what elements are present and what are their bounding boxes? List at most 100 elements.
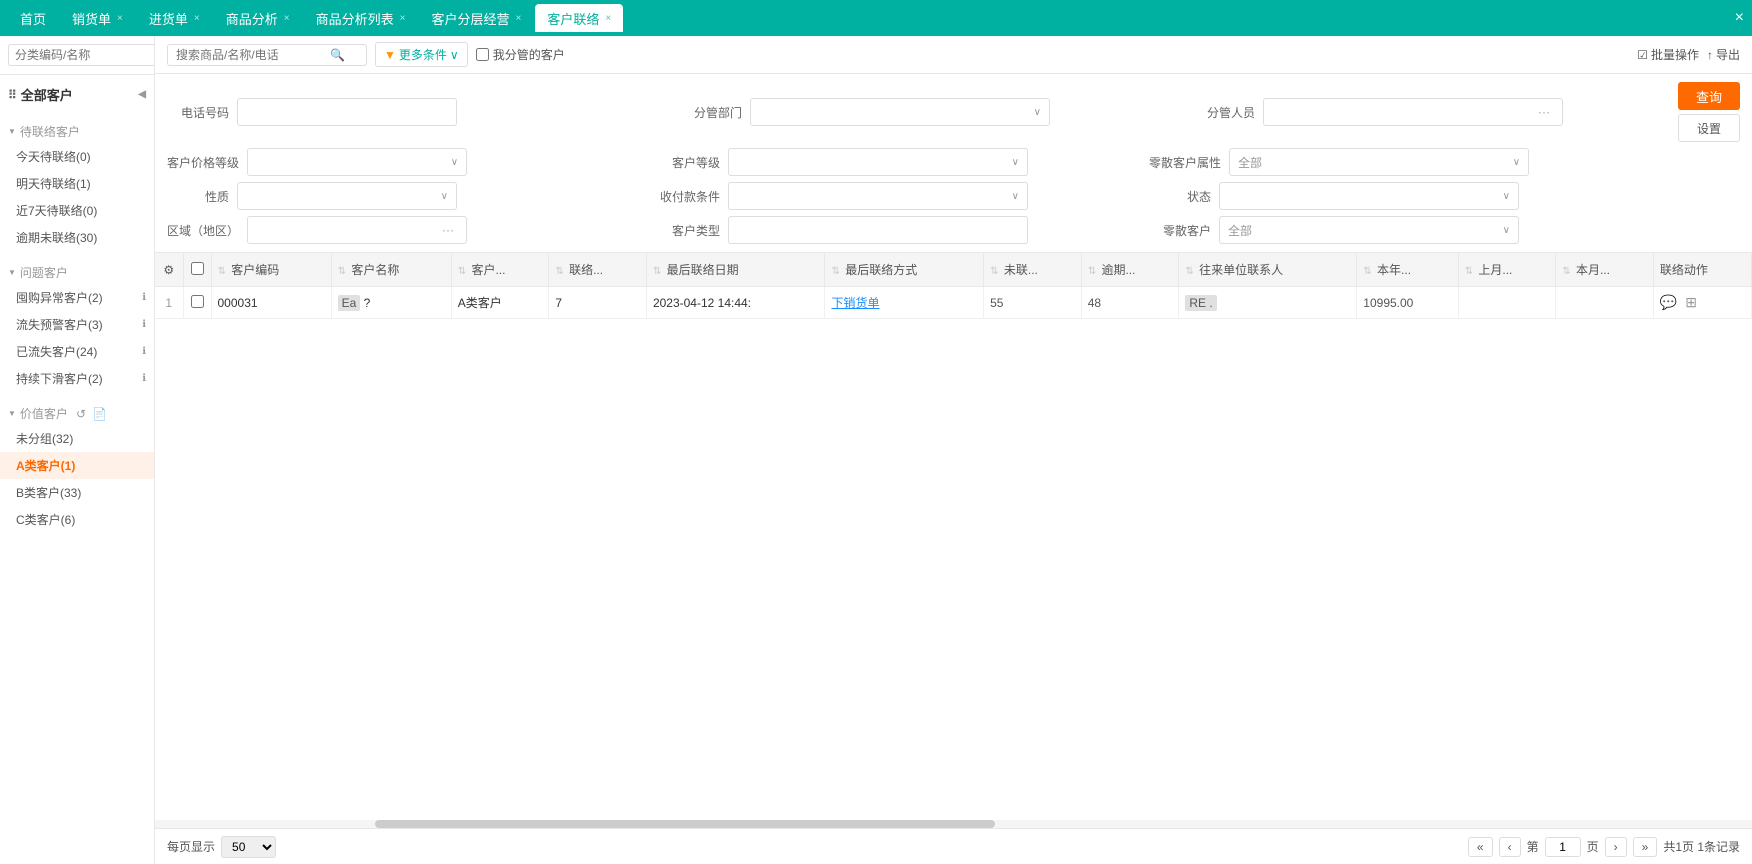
payment-select[interactable]: ∨ [728,182,1028,210]
sort-icon4[interactable]: ⇅ [555,266,563,277]
col-overdue: ⇅ 逾期... [1081,253,1179,287]
footer-left: 每页显示 50 100 200 [167,836,276,858]
sidebar-item-hoarding[interactable]: 囤购异常客户(2) ℹ [0,284,154,311]
my-customer-checkbox-area[interactable]: 我分管的客户 [476,46,565,63]
sidebar-item-b-class[interactable]: B类客户(33) [0,479,154,506]
qrcode-icon[interactable]: ⊞ [1685,294,1697,311]
sidebar-item-ungrouped[interactable]: 未分组(32) [0,425,154,452]
sidebar-item-declining[interactable]: 持续下滑客户(2) ℹ [0,365,154,392]
collapse-icon[interactable]: ◀ [138,89,146,100]
batch-operation-button[interactable]: ☑ 批量操作 [1637,46,1699,63]
last-contact-method-cell[interactable]: 下销货单 [825,287,984,319]
col-checkbox[interactable] [183,253,211,287]
sort-icon12[interactable]: ⇅ [1562,266,1570,277]
sort-icon[interactable]: ⇅ [218,266,226,277]
nav-tab-customer-layer[interactable]: 客户分层经营 × [419,4,533,32]
area-select[interactable]: ··· [247,216,467,244]
horizontal-scrollbar-thumb[interactable] [375,820,995,828]
top-navigation: 首页 销货单 × 进货单 × 商品分析 × 商品分析列表 × 客户分层经营 × … [0,0,1752,36]
customer-level-label: 客户等级 [658,154,728,171]
more-filter-button[interactable]: ▼ 更多条件 ∨ [375,42,468,67]
sort-icon9[interactable]: ⇅ [1185,266,1193,277]
sort-icon2[interactable]: ⇅ [338,266,346,277]
nav-tab-purchase-close[interactable]: × [194,13,200,24]
customer-name-cell: Ea ? [331,287,451,319]
value-customer-group-label[interactable]: ▼ 价值客户 ↺ 📄 [0,400,154,425]
sort-icon10[interactable]: ⇅ [1363,266,1371,277]
next-page-button[interactable]: › [1605,837,1627,857]
select-all-checkbox[interactable] [191,262,204,275]
nav-tab-product-list[interactable]: 商品分析列表 × [304,4,418,32]
row-checkbox[interactable] [191,295,204,308]
filter-row-3: 性质 ∨ 收付款条件 ∨ 状态 [167,182,1740,210]
col-customer-level: ⇅ 客户... [451,253,549,287]
customer-type-select[interactable] [728,216,1028,244]
last-page-button[interactable]: » [1633,837,1658,857]
retail-customer-select[interactable]: 全部 ∨ [1219,216,1519,244]
export-button[interactable]: ↑ 导出 [1707,46,1740,63]
sort-icon7[interactable]: ⇅ [990,266,998,277]
sidebar-item-churned[interactable]: 已流失客户(24) ℹ [0,338,154,365]
person-more-icon[interactable]: ··· [1534,105,1554,119]
settings-icon[interactable]: ⚙ [163,263,174,277]
sidebar-item-a-class[interactable]: A类客户(1) [0,452,154,479]
pending-contact-group-label[interactable]: ▼ 待联络客户 [0,118,154,143]
sidebar-item-churn-warning[interactable]: 流失预警客户(3) ℹ [0,311,154,338]
sort-icon5[interactable]: ⇅ [653,266,661,277]
price-level-select[interactable]: ∨ [247,148,467,176]
customer-level-select[interactable]: ∨ [728,148,1028,176]
toolbar-search-icon[interactable]: 🔍 [330,48,345,62]
last-contact-date-cell: 2023-04-12 14:44: [646,287,825,319]
message-icon[interactable]: 💬 [1660,294,1677,311]
nav-tab-sales[interactable]: 销货单 × [60,4,135,32]
add-group-icon[interactable]: 📄 [92,407,107,421]
refresh-icon[interactable]: ↺ [76,407,86,421]
customer-table: ⚙ ⇅ 客户编码 ⇅ 客户名称 [155,253,1752,319]
nav-tab-customer-layer-close[interactable]: × [515,13,521,24]
query-button[interactable]: 查询 [1678,82,1740,110]
filter-row-4: 区域（地区） ··· 客户类型 零散客户 [167,216,1740,244]
toolbar-search-input[interactable] [176,48,326,62]
problem-customer-group-label[interactable]: ▼ 问题客户 [0,259,154,284]
sidebar-item-overdue-contact[interactable]: 逾期未联络(30) [0,224,154,251]
first-page-button[interactable]: « [1468,837,1493,857]
my-customer-checkbox[interactable] [476,48,489,61]
sort-icon8[interactable]: ⇅ [1088,266,1096,277]
nature-select[interactable]: ∨ [237,182,457,210]
row-checkbox-cell[interactable] [183,287,211,319]
contact-method-link[interactable]: 下销货单 [831,296,879,310]
status-select[interactable]: ∨ [1219,182,1519,210]
sidebar-search-input[interactable] [8,44,155,66]
nav-tab-sales-close[interactable]: × [117,13,123,24]
nav-tab-customer-contact-close[interactable]: × [605,13,611,24]
nav-tab-product-analysis[interactable]: 商品分析 × [214,4,302,32]
retail-attr-select[interactable]: 全部 ∨ [1229,148,1529,176]
sidebar-item-tomorrow-contact[interactable]: 明天待联络(1) [0,170,154,197]
nav-tab-product-list-close[interactable]: × [400,13,406,24]
page-number-input[interactable] [1545,837,1581,857]
horizontal-scrollbar[interactable] [155,820,1752,828]
sort-icon6[interactable]: ⇅ [831,266,839,277]
export-label: 导出 [1716,46,1740,63]
area-dots-icon[interactable]: ··· [438,223,458,237]
prev-page-button[interactable]: ‹ [1499,837,1521,857]
all-customers-header[interactable]: ⠿ 全部客户 ◀ [0,79,154,110]
nav-tab-product-analysis-close[interactable]: × [284,13,290,24]
setting-button[interactable]: 设置 [1678,114,1740,142]
info-icon4: ℹ [142,373,146,384]
sidebar-item-c-class[interactable]: C类客户(6) [0,506,154,533]
person-select[interactable]: ··· [1263,98,1563,126]
annual-amount-cell: 10995.00 [1357,287,1458,319]
sidebar-item-week-contact[interactable]: 近7天待联络(0) [0,197,154,224]
nav-tab-purchase[interactable]: 进货单 × [137,4,212,32]
dept-select[interactable]: ∨ [750,98,1050,126]
per-page-select[interactable]: 50 100 200 [221,836,276,858]
col-settings[interactable]: ⚙ [155,253,183,287]
phone-input[interactable] [237,98,457,126]
nav-tab-customer-contact[interactable]: 客户联络 × [535,4,623,32]
sort-icon3[interactable]: ⇅ [458,266,466,277]
close-all-tabs-button[interactable]: × [1735,9,1744,27]
sidebar-item-today-contact[interactable]: 今天待联络(0) [0,143,154,170]
sort-icon11[interactable]: ⇅ [1465,266,1473,277]
nav-tab-home[interactable]: 首页 [8,4,58,32]
